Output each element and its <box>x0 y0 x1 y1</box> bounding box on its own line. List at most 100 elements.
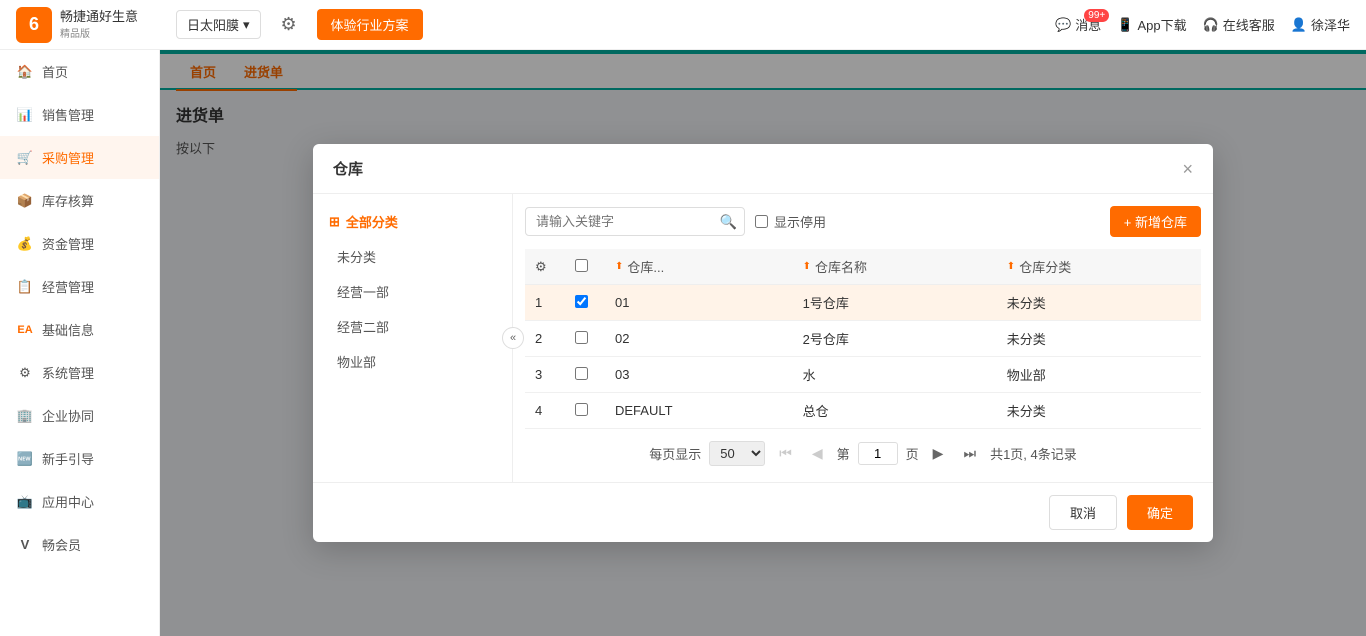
search-input[interactable] <box>525 207 745 236</box>
user-name: 徐泽华 <box>1311 15 1350 34</box>
sidebar-item-home[interactable]: 🏠 首页 <box>0 50 159 93</box>
sidebar-label-operations: 经营管理 <box>42 277 94 296</box>
basic-info-icon: EA <box>16 324 34 336</box>
sidebar-item-purchase[interactable]: 🛒 采购管理 <box>0 136 159 179</box>
row-name: 2号仓库 <box>793 321 997 357</box>
category-item-property[interactable]: 物业部 <box>313 344 512 379</box>
last-page-button[interactable]: ⏭ <box>957 443 982 464</box>
th-category: ⬆ 仓库分类 <box>997 249 1201 285</box>
show-disabled-wrap: 显示停用 <box>755 212 826 231</box>
app-logo-icon: 6 <box>16 7 52 43</box>
membership-icon: V <box>16 537 34 552</box>
app-download-btn[interactable]: 📱 App下载 <box>1117 15 1186 34</box>
row-checkbox[interactable] <box>575 367 588 380</box>
all-categories-label: 全部分类 <box>346 212 398 231</box>
app-edition: 精品版 <box>60 25 138 40</box>
per-page-label: 每页显示 <box>649 444 701 463</box>
pagination-bar: 每页显示 50 100 ⏮ ◀ 第 页 ▶ ⏭ 共 <box>525 429 1201 470</box>
logo-area: 6 畅捷通好生意 精品版 <box>16 7 176 43</box>
sidebar-item-guide[interactable]: 🆕 新手引导 <box>0 437 159 480</box>
row-checkbox[interactable] <box>575 331 588 344</box>
category-panel: ⊞ 全部分类 未分类 经营一部 经营二部 物业部 « <box>313 194 513 482</box>
row-checkbox[interactable] <box>575 295 588 308</box>
guide-icon: 🆕 <box>16 451 34 467</box>
sidebar-label-sales: 销售管理 <box>42 105 94 124</box>
sidebar-label-guide: 新手引导 <box>42 449 94 468</box>
dialog-body: ⊞ 全部分类 未分类 经营一部 经营二部 物业部 « <box>313 194 1213 482</box>
phone-icon: 📱 <box>1117 17 1133 33</box>
row-index: 3 <box>525 357 565 393</box>
user-area[interactable]: 👤 徐泽华 <box>1291 15 1350 34</box>
search-icon-button[interactable]: 🔍 <box>720 213 737 230</box>
header-right: 💬 消息 99+ 📱 App下载 🎧 在线客服 👤 徐泽华 <box>1055 15 1350 34</box>
total-info: 共1页, 4条记录 <box>990 444 1077 463</box>
warehouse-dialog: 仓库 × ⊞ 全部分类 未分类 经营一部 经营二部 物业部 <box>313 144 1213 542</box>
messages-btn[interactable]: 💬 消息 99+ <box>1055 15 1101 34</box>
sidebar-item-basic-info[interactable]: EA 基础信息 <box>0 308 159 351</box>
dialog-close-button[interactable]: × <box>1182 160 1193 178</box>
th-checkbox <box>565 249 605 285</box>
home-icon: 🏠 <box>16 64 34 80</box>
sidebar-item-app-center[interactable]: 📺 应用中心 <box>0 480 159 523</box>
sidebar-label-system: 系统管理 <box>42 363 94 382</box>
finance-icon: 💰 <box>16 236 34 252</box>
sidebar: 🏠 首页 📊 销售管理 🛒 采购管理 📦 库存核算 💰 资金管理 📋 经营管理 … <box>0 50 160 636</box>
prev-page-button[interactable]: ◀ <box>806 443 829 464</box>
th-name: ⬆ 仓库名称 <box>793 249 997 285</box>
message-icon: 💬 <box>1055 17 1071 33</box>
row-index: 4 <box>525 393 565 429</box>
sidebar-item-enterprise[interactable]: 🏢 企业协同 <box>0 394 159 437</box>
chevron-down-icon: ▾ <box>243 17 250 33</box>
online-service-btn[interactable]: 🎧 在线客服 <box>1203 15 1275 34</box>
row-code: 02 <box>605 321 793 357</box>
search-bar: 🔍 显示停用 + 新增仓库 <box>525 206 1201 237</box>
system-icon: ⚙ <box>16 365 34 381</box>
header-middle: 日太阳膜 ▾ ⚙ 体验行业方案 <box>176 9 1055 41</box>
table-row[interactable]: 2 02 2号仓库 未分类 <box>525 321 1201 357</box>
per-page-select[interactable]: 50 100 <box>709 441 765 466</box>
category-item-operations1[interactable]: 经营一部 <box>313 274 512 309</box>
table-row[interactable]: 4 DEFAULT 总仓 未分类 <box>525 393 1201 429</box>
sidebar-item-membership[interactable]: V 畅会员 <box>0 523 159 566</box>
row-name: 水 <box>793 357 997 393</box>
dialog-footer: 取消 确定 <box>313 482 1213 542</box>
sidebar-label-enterprise: 企业协同 <box>42 406 94 425</box>
row-code: DEFAULT <box>605 393 793 429</box>
sidebar-item-finance[interactable]: 💰 资金管理 <box>0 222 159 265</box>
sort-icon-name: ⬆ <box>803 261 811 272</box>
sidebar-item-operations[interactable]: 📋 经营管理 <box>0 265 159 308</box>
sales-icon: 📊 <box>16 107 34 123</box>
row-checkbox[interactable] <box>575 403 588 416</box>
settings-button[interactable]: ⚙ <box>273 9 305 41</box>
sidebar-label-membership: 畅会员 <box>42 535 81 554</box>
online-service-label: 在线客服 <box>1223 15 1275 34</box>
show-disabled-checkbox[interactable] <box>755 215 768 228</box>
sidebar-label-app-center: 应用中心 <box>42 492 94 511</box>
row-code: 03 <box>605 357 793 393</box>
table-row[interactable]: 1 01 1号仓库 未分类 <box>525 285 1201 321</box>
row-name: 1号仓库 <box>793 285 997 321</box>
page-number-input[interactable] <box>858 442 898 465</box>
add-warehouse-button[interactable]: + 新增仓库 <box>1110 206 1201 237</box>
category-item-operations2[interactable]: 经营二部 <box>313 309 512 344</box>
next-page-button[interactable]: ▶ <box>927 443 950 464</box>
row-checkbox-cell <box>565 357 605 393</box>
store-selector[interactable]: 日太阳膜 ▾ <box>176 10 261 39</box>
th-settings: ⚙ <box>525 249 565 285</box>
category-item-unclassified[interactable]: 未分类 <box>313 239 512 274</box>
select-all-checkbox[interactable] <box>575 259 588 272</box>
sidebar-item-inventory[interactable]: 📦 库存核算 <box>0 179 159 222</box>
all-categories-item[interactable]: ⊞ 全部分类 <box>313 204 512 239</box>
sidebar-item-system[interactable]: ⚙ 系统管理 <box>0 351 159 394</box>
sidebar-item-sales[interactable]: 📊 销售管理 <box>0 93 159 136</box>
trial-button[interactable]: 体验行业方案 <box>317 9 423 40</box>
table-row[interactable]: 3 03 水 物业部 <box>525 357 1201 393</box>
cancel-button[interactable]: 取消 <box>1049 495 1117 530</box>
collapse-panel-button[interactable]: « <box>502 327 524 349</box>
row-index: 2 <box>525 321 565 357</box>
row-checkbox-cell <box>565 285 605 321</box>
operations-icon: 📋 <box>16 279 34 295</box>
first-page-button[interactable]: ⏮ <box>773 443 798 464</box>
confirm-button[interactable]: 确定 <box>1127 495 1193 530</box>
sidebar-label-basic-info: 基础信息 <box>42 320 94 339</box>
